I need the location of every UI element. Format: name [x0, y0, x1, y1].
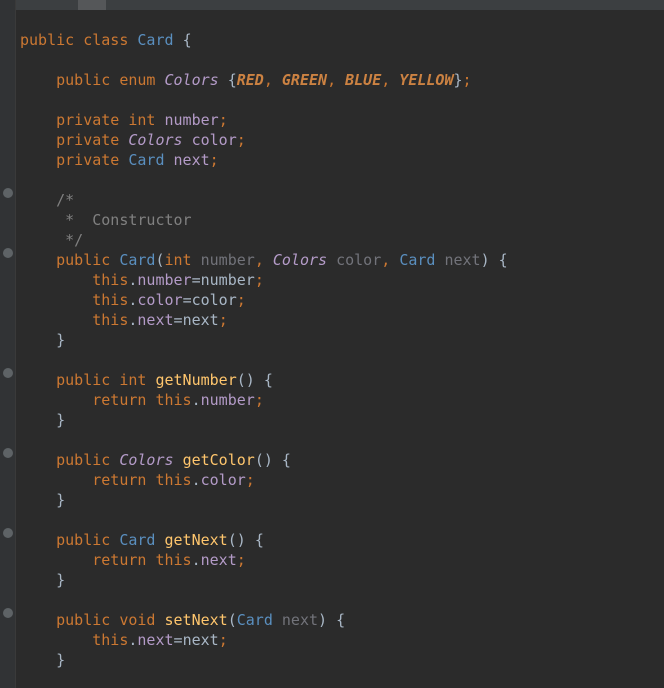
code-line: return this.number;: [20, 390, 664, 410]
code-line: /*: [20, 190, 664, 210]
code-line: return this.color;: [20, 470, 664, 490]
code-line: public int getNumber() {: [20, 370, 664, 390]
editor-gutter: [0, 0, 16, 688]
fold-toggle-icon[interactable]: [3, 448, 13, 458]
code-line: private int number;: [20, 110, 664, 130]
code-line: * Constructor: [20, 210, 664, 230]
code-line: this.next=next;: [20, 630, 664, 650]
code-line: public Colors getColor() {: [20, 450, 664, 470]
code-line: [20, 350, 664, 370]
code-line: [20, 90, 664, 110]
code-line: }: [20, 410, 664, 430]
code-line: }: [20, 650, 664, 670]
code-line: this.number=number;: [20, 270, 664, 290]
code-line: [20, 170, 664, 190]
fold-toggle-icon[interactable]: [3, 608, 13, 618]
code-line: public enum Colors {RED, GREEN, BLUE, YE…: [20, 70, 664, 90]
code-line: private Card next;: [20, 150, 664, 170]
code-line: }: [20, 570, 664, 590]
code-line: public class Card {: [20, 30, 664, 50]
code-line: this.next=next;: [20, 310, 664, 330]
fold-toggle-icon[interactable]: [3, 188, 13, 198]
code-line: }: [20, 490, 664, 510]
code-line: public void setNext(Card next) {: [20, 610, 664, 630]
top-ruler-marker: [78, 0, 106, 10]
fold-toggle-icon[interactable]: [3, 368, 13, 378]
top-ruler: [16, 0, 664, 10]
code-line: [20, 50, 664, 70]
code-line: [20, 430, 664, 450]
code-line: return this.next;: [20, 550, 664, 570]
code-line: [20, 590, 664, 610]
code-line: */: [20, 230, 664, 250]
code-editor[interactable]: public class Card { public enum Colors {…: [16, 10, 664, 688]
code-line: public Card(int number, Colors color, Ca…: [20, 250, 664, 270]
code-line: [20, 510, 664, 530]
code-line: private Colors color;: [20, 130, 664, 150]
code-line: }: [20, 330, 664, 350]
fold-toggle-icon[interactable]: [3, 528, 13, 538]
code-line: public Card getNext() {: [20, 530, 664, 550]
fold-toggle-icon[interactable]: [3, 248, 13, 258]
code-line: this.color=color;: [20, 290, 664, 310]
